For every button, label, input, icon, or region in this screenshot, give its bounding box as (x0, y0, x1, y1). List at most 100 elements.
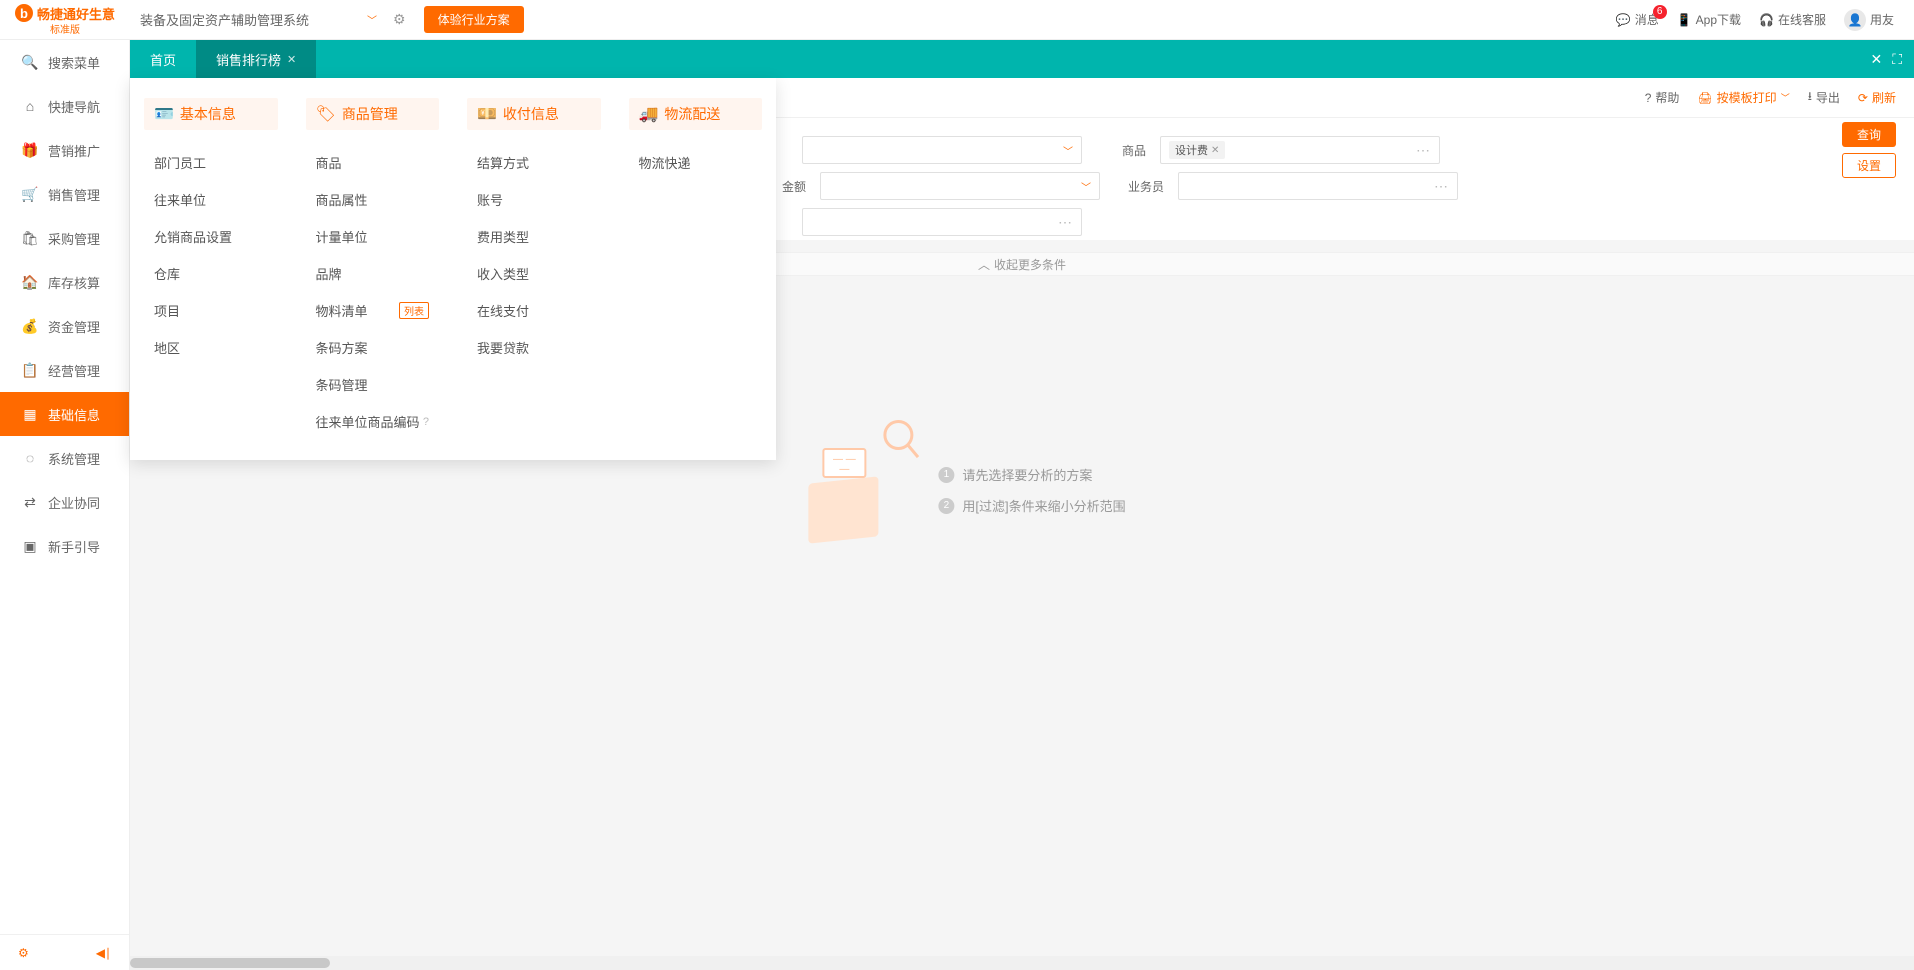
mega-item-barcode-plan[interactable]: 条码方案 (302, 329, 444, 366)
user-name: 用友 (1870, 11, 1894, 28)
sidebar-item-collab[interactable]: ⇄企业协同 (0, 480, 129, 524)
mega-item-label: 物料清单 (316, 301, 368, 320)
mega-col-goods: 🏷商品管理 商品 商品属性 计量单位 品牌 物料清单 列表 条码方案 条码管理 往… (292, 98, 454, 440)
mega-heading: 💴收付信息 (467, 98, 601, 130)
messages-badge: 6 (1653, 5, 1667, 19)
sidebar-item-label: 企业协同 (48, 493, 100, 512)
sidebar-item-funds[interactable]: 💰资金管理 (0, 304, 129, 348)
sidebar-item-sales[interactable]: 🛒销售管理 (0, 172, 129, 216)
user-menu[interactable]: 👤 用友 (1844, 9, 1894, 31)
tab-sales-rank[interactable]: 销售排行榜 ✕ (196, 40, 316, 78)
empty-step-1: 1请先选择要分析的方案 (938, 465, 1125, 484)
headset-icon: 🎧 (1759, 13, 1774, 27)
app-download-link[interactable]: 📱 App下载 (1677, 11, 1741, 28)
tag-text: 设计费 (1175, 142, 1208, 158)
help-link[interactable]: ?帮助 (1645, 89, 1680, 106)
sidebar-item-label: 库存核算 (48, 273, 100, 292)
chevron-down-icon: ﹀ (1081, 179, 1091, 194)
topbar-right: 💬 消息 6 📱 App下载 🎧 在线客服 👤 用友 (1616, 9, 1914, 31)
mega-item-project[interactable]: 项目 (140, 292, 282, 329)
toolbar-label: 导出 (1816, 89, 1840, 106)
support-link[interactable]: 🎧 在线客服 (1759, 11, 1826, 28)
filter-salesman-label: 业务员 (1114, 178, 1164, 195)
sidebar-item-operation[interactable]: 📋经营管理 (0, 348, 129, 392)
tab-label: 首页 (150, 50, 176, 69)
list-badge: 列表 (399, 302, 429, 319)
system-select[interactable]: 装备及固定资产辅助管理系统 ﹀ ⚙ (140, 10, 406, 29)
mega-heading-label: 物流配送 (664, 104, 720, 124)
mega-item-brand[interactable]: 品牌 (302, 255, 444, 292)
horizontal-scrollbar[interactable] (130, 956, 1914, 970)
tab-label: 销售排行榜 (216, 50, 281, 69)
logo[interactable]: b 畅捷通好生意 标准版 (0, 0, 130, 40)
try-plan-button[interactable]: 体验行业方案 (424, 6, 524, 33)
tabs-right: ✕ ⛶ (1870, 51, 1914, 68)
sidebar-item-quicknav[interactable]: ⌂快捷导航 (0, 84, 129, 128)
sidebar-item-label: 基础信息 (48, 405, 100, 424)
mega-item-partner-code[interactable]: 往来单位商品编码? (302, 403, 444, 440)
mega-item-barcode-mgmt[interactable]: 条码管理 (302, 366, 444, 403)
refresh-link[interactable]: ⟳刷新 (1858, 89, 1896, 106)
mega-heading: 🪪基本信息 (144, 98, 278, 130)
mega-item-region[interactable]: 地区 (140, 329, 282, 366)
mega-item-express[interactable]: 物流快递 (625, 144, 767, 181)
topbar: b 畅捷通好生意 标准版 装备及固定资产辅助管理系统 ﹀ ⚙ 体验行业方案 💬 … (0, 0, 1914, 40)
empty-steps: 1请先选择要分析的方案 2用[过滤]条件来缩小分析范围 (938, 465, 1125, 515)
sidebar-item-guide[interactable]: ▣新手引导 (0, 524, 129, 568)
close-icon[interactable]: ✕ (287, 53, 296, 66)
mega-item-warehouse[interactable]: 仓库 (140, 255, 282, 292)
mega-item-settlement[interactable]: 结算方式 (463, 144, 605, 181)
mega-item-allow-sale[interactable]: 允销商品设置 (140, 218, 282, 255)
tag-remove-icon[interactable]: ✕ (1211, 145, 1219, 156)
mega-col-basic: 🪪基本信息 部门员工 往来单位 允销商品设置 仓库 项目 地区 (130, 98, 292, 440)
sidebar-item-basic[interactable]: ▦基础信息 (0, 392, 129, 436)
query-button[interactable]: 查询 (1842, 122, 1896, 147)
close-all-icon[interactable]: ✕ (1870, 51, 1882, 68)
mega-item-staff[interactable]: 部门员工 (140, 144, 282, 181)
phone-icon: 📱 (1677, 13, 1692, 27)
settings-button[interactable]: 设置 (1842, 153, 1896, 178)
sidebar-item-search[interactable]: 🔍搜索菜单 (0, 40, 129, 84)
mega-item-label: 往来单位商品编码 (316, 412, 420, 431)
empty-step-2: 2用[过滤]条件来缩小分析范围 (938, 496, 1125, 515)
mega-item-income-type[interactable]: 收入类型 (463, 255, 605, 292)
sidebar-item-system[interactable]: ◌系统管理 (0, 436, 129, 480)
more-icon[interactable]: ⋯ (1434, 178, 1449, 195)
filter-select-1[interactable]: ﹀ (802, 136, 1082, 164)
print-template-link[interactable]: 🖨按模板打印﹀ (1697, 89, 1789, 106)
chevron-up-icon: ︿ (978, 256, 990, 273)
mega-item-unit[interactable]: 计量单位 (302, 218, 444, 255)
tab-home[interactable]: 首页 (130, 40, 196, 78)
more-icon[interactable]: ⋯ (1416, 142, 1431, 159)
fullscreen-icon[interactable]: ⛶ (1892, 51, 1902, 68)
filter-product-input[interactable]: 设计费✕ ⋯ (1160, 136, 1440, 164)
filter-select-3[interactable]: ⋯ (802, 208, 1082, 236)
mega-col-logistics: 🚚物流配送 物流快递 (615, 98, 777, 440)
sidebar-item-inventory[interactable]: 🏠库存核算 (0, 260, 129, 304)
messages-link[interactable]: 💬 消息 6 (1616, 11, 1659, 28)
mega-item-bom[interactable]: 物料清单 列表 (302, 292, 444, 329)
mega-item-attr[interactable]: 商品属性 (302, 181, 444, 218)
collapse-sidebar-icon[interactable]: ◀∣ (96, 946, 111, 960)
mega-item-partner[interactable]: 往来单位 (140, 181, 282, 218)
gear-icon[interactable]: ⚙ (393, 11, 406, 28)
sidebar-item-label: 销售管理 (48, 185, 100, 204)
sidebar-footer: ⚙ ◀∣ (0, 934, 129, 970)
sidebar-item-label: 新手引导 (48, 537, 100, 556)
settings-icon[interactable]: ⚙ (18, 946, 29, 960)
export-link[interactable]: ⭳导出 (1808, 87, 1840, 108)
filter-salesman-input[interactable]: ⋯ (1178, 172, 1458, 200)
sidebar-item-marketing[interactable]: 🎁营销推广 (0, 128, 129, 172)
mega-item-expense-type[interactable]: 费用类型 (463, 218, 605, 255)
print-icon: 🖨 (1697, 91, 1712, 105)
scrollbar-thumb[interactable] (130, 958, 330, 968)
mega-item-goods[interactable]: 商品 (302, 144, 444, 181)
mega-heading: 🏷商品管理 (306, 98, 440, 130)
mega-item-account[interactable]: 账号 (463, 181, 605, 218)
mega-item-loan[interactable]: 我要贷款 (463, 329, 605, 366)
filter-select-2[interactable]: ﹀ (820, 172, 1100, 200)
sidebar-item-purchase[interactable]: 🛍采购管理 (0, 216, 129, 260)
mega-item-online-pay[interactable]: 在线支付 (463, 292, 605, 329)
more-icon[interactable]: ⋯ (1058, 214, 1073, 231)
id-card-icon: 🪪 (154, 104, 174, 124)
